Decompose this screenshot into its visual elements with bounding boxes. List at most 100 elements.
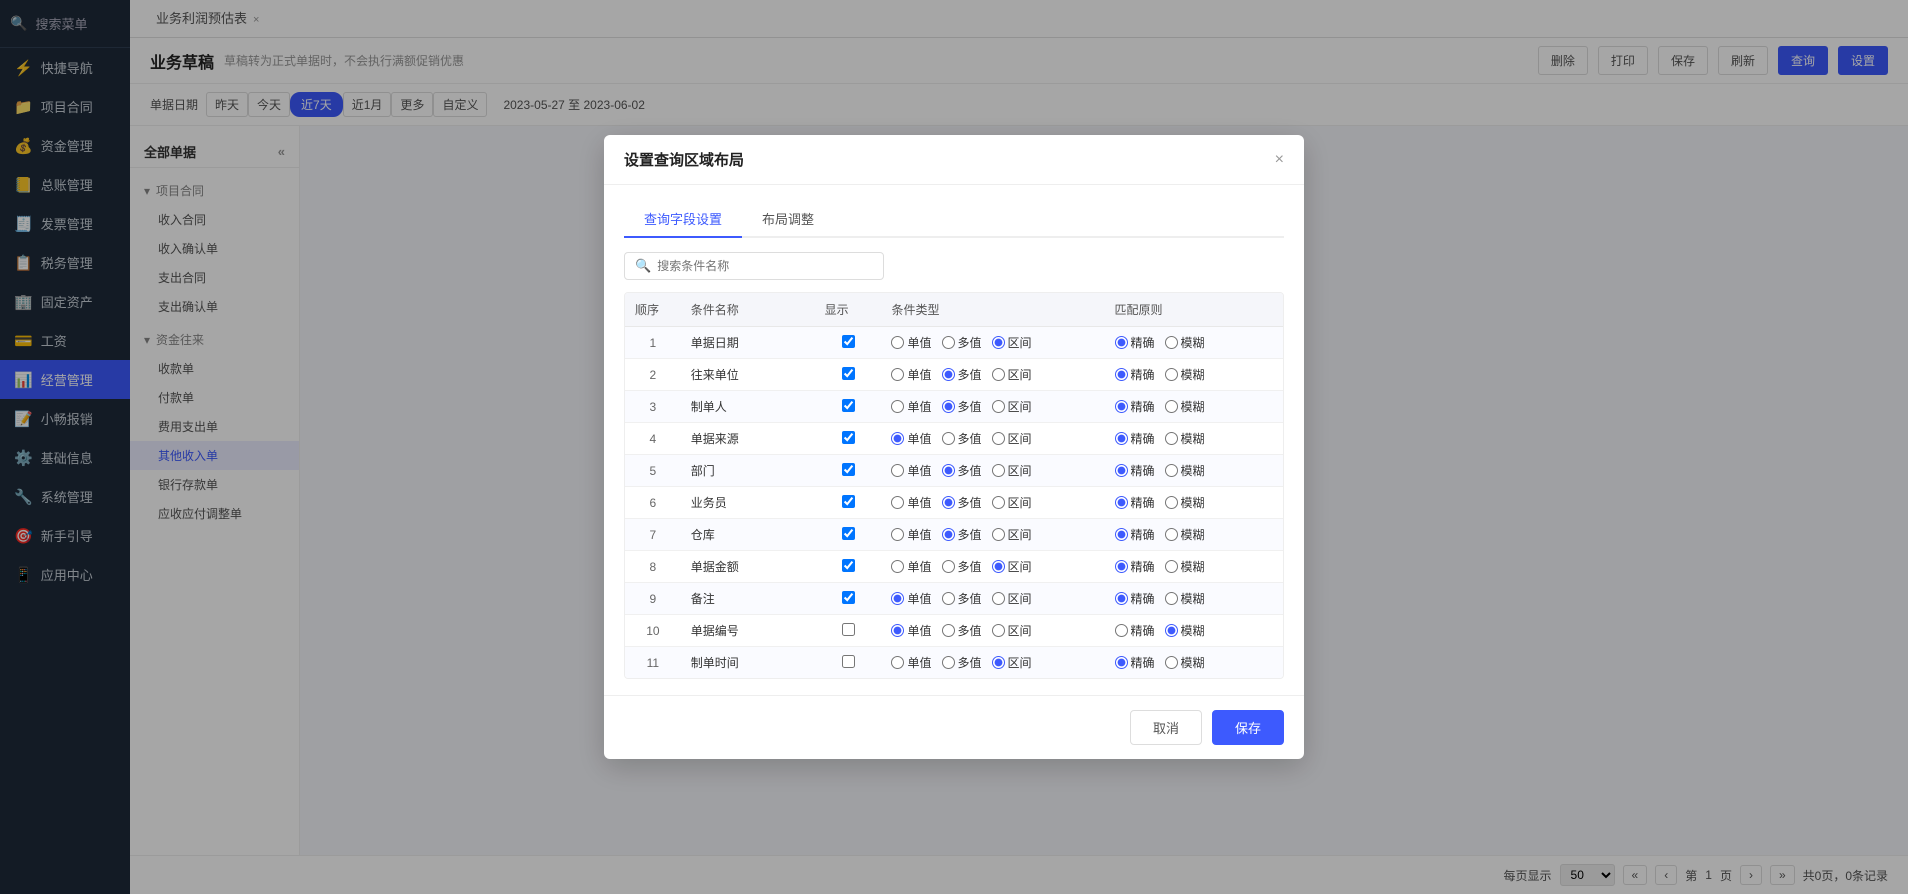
cell-match[interactable]: 精确模糊: [1105, 583, 1283, 615]
cell-type[interactable]: 单值多值区间: [881, 359, 1104, 391]
cell-show[interactable]: [815, 615, 882, 647]
modal-tab-field[interactable]: 查询字段设置: [624, 201, 742, 238]
modal-search-input[interactable]: [657, 259, 873, 273]
cell-match[interactable]: 精确模糊: [1105, 391, 1283, 423]
match-radio-精确-6[interactable]: 精确: [1115, 494, 1155, 511]
match-radio-精确-10[interactable]: 精确: [1115, 622, 1155, 639]
type-radio-多值-7[interactable]: 多值: [942, 526, 982, 543]
type-radio-单值-5[interactable]: 单值: [891, 462, 931, 479]
cell-match[interactable]: 精确模糊: [1105, 551, 1283, 583]
match-radio-模糊-5[interactable]: 模糊: [1165, 462, 1205, 479]
type-radio-区间-5[interactable]: 区间: [992, 462, 1032, 479]
cell-show[interactable]: [815, 487, 882, 519]
show-checkbox-6[interactable]: [842, 495, 855, 508]
match-radio-模糊-6[interactable]: 模糊: [1165, 494, 1205, 511]
show-checkbox-9[interactable]: [842, 591, 855, 604]
type-radio-单值-3[interactable]: 单值: [891, 398, 931, 415]
type-radio-多值-11[interactable]: 多值: [942, 654, 982, 671]
cell-show[interactable]: [815, 359, 882, 391]
type-radio-多值-10[interactable]: 多值: [942, 622, 982, 639]
type-radio-区间-2[interactable]: 区间: [992, 366, 1032, 383]
cell-show[interactable]: [815, 583, 882, 615]
type-radio-区间-4[interactable]: 区间: [992, 430, 1032, 447]
match-radio-精确-2[interactable]: 精确: [1115, 366, 1155, 383]
type-radio-区间-10[interactable]: 区间: [992, 622, 1032, 639]
cell-match[interactable]: 精确模糊: [1105, 423, 1283, 455]
cell-show[interactable]: [815, 391, 882, 423]
cell-show[interactable]: [815, 327, 882, 359]
modal-tab-layout[interactable]: 布局调整: [742, 201, 834, 238]
cell-match[interactable]: 精确模糊: [1105, 615, 1283, 647]
modal-close-button[interactable]: ×: [1275, 151, 1284, 169]
match-radio-模糊-9[interactable]: 模糊: [1165, 590, 1205, 607]
match-radio-模糊-7[interactable]: 模糊: [1165, 526, 1205, 543]
modal-save-button[interactable]: 保存: [1212, 710, 1284, 745]
type-radio-区间-1[interactable]: 区间: [992, 334, 1032, 351]
type-radio-区间-3[interactable]: 区间: [992, 398, 1032, 415]
cell-type[interactable]: 单值多值区间: [881, 583, 1104, 615]
cell-type[interactable]: 单值多值区间: [881, 615, 1104, 647]
type-radio-区间-9[interactable]: 区间: [992, 590, 1032, 607]
show-checkbox-4[interactable]: [842, 431, 855, 444]
cell-type[interactable]: 单值多值区间: [881, 487, 1104, 519]
match-radio-精确-5[interactable]: 精确: [1115, 462, 1155, 479]
show-checkbox-1[interactable]: [842, 335, 855, 348]
type-radio-多值-2[interactable]: 多值: [942, 366, 982, 383]
match-radio-精确-11[interactable]: 精确: [1115, 654, 1155, 671]
type-radio-多值-5[interactable]: 多值: [942, 462, 982, 479]
cell-type[interactable]: 单值多值区间: [881, 519, 1104, 551]
match-radio-模糊-8[interactable]: 模糊: [1165, 558, 1205, 575]
type-radio-单值-11[interactable]: 单值: [891, 654, 931, 671]
cell-match[interactable]: 精确模糊: [1105, 455, 1283, 487]
cell-type[interactable]: 单值多值区间: [881, 551, 1104, 583]
match-radio-精确-1[interactable]: 精确: [1115, 334, 1155, 351]
cell-type[interactable]: 单值多值区间: [881, 455, 1104, 487]
type-radio-区间-6[interactable]: 区间: [992, 494, 1032, 511]
type-radio-单值-7[interactable]: 单值: [891, 526, 931, 543]
cell-show[interactable]: [815, 551, 882, 583]
type-radio-单值-10[interactable]: 单值: [891, 622, 931, 639]
match-radio-模糊-2[interactable]: 模糊: [1165, 366, 1205, 383]
cell-show[interactable]: [815, 423, 882, 455]
cell-type[interactable]: 单值多值区间: [881, 647, 1104, 679]
cell-show[interactable]: [815, 647, 882, 679]
type-radio-单值-8[interactable]: 单值: [891, 558, 931, 575]
cell-type[interactable]: 单值多值区间: [881, 327, 1104, 359]
cell-match[interactable]: 精确模糊: [1105, 327, 1283, 359]
show-checkbox-7[interactable]: [842, 527, 855, 540]
cancel-button[interactable]: 取消: [1130, 710, 1202, 745]
match-radio-模糊-4[interactable]: 模糊: [1165, 430, 1205, 447]
match-radio-模糊-11[interactable]: 模糊: [1165, 654, 1205, 671]
show-checkbox-5[interactable]: [842, 463, 855, 476]
cell-match[interactable]: 精确模糊: [1105, 519, 1283, 551]
cell-match[interactable]: 精确模糊: [1105, 359, 1283, 391]
modal-search-bar[interactable]: 🔍: [624, 252, 884, 280]
cell-type[interactable]: 单值多值区间: [881, 391, 1104, 423]
show-checkbox-11[interactable]: [842, 655, 855, 668]
match-radio-精确-8[interactable]: 精确: [1115, 558, 1155, 575]
cell-show[interactable]: [815, 455, 882, 487]
show-checkbox-8[interactable]: [842, 559, 855, 572]
cell-show[interactable]: [815, 519, 882, 551]
type-radio-区间-7[interactable]: 区间: [992, 526, 1032, 543]
match-radio-精确-4[interactable]: 精确: [1115, 430, 1155, 447]
type-radio-单值-6[interactable]: 单值: [891, 494, 931, 511]
type-radio-多值-9[interactable]: 多值: [942, 590, 982, 607]
type-radio-单值-4[interactable]: 单值: [891, 430, 931, 447]
type-radio-多值-1[interactable]: 多值: [942, 334, 982, 351]
type-radio-单值-9[interactable]: 单值: [891, 590, 931, 607]
cell-match[interactable]: 精确模糊: [1105, 487, 1283, 519]
match-radio-模糊-10[interactable]: 模糊: [1165, 622, 1205, 639]
show-checkbox-2[interactable]: [842, 367, 855, 380]
show-checkbox-3[interactable]: [842, 399, 855, 412]
match-radio-精确-9[interactable]: 精确: [1115, 590, 1155, 607]
cell-match[interactable]: 精确模糊: [1105, 647, 1283, 679]
type-radio-多值-3[interactable]: 多值: [942, 398, 982, 415]
match-radio-精确-7[interactable]: 精确: [1115, 526, 1155, 543]
match-radio-精确-3[interactable]: 精确: [1115, 398, 1155, 415]
match-radio-模糊-1[interactable]: 模糊: [1165, 334, 1205, 351]
cell-type[interactable]: 单值多值区间: [881, 423, 1104, 455]
type-radio-单值-1[interactable]: 单值: [891, 334, 931, 351]
type-radio-多值-8[interactable]: 多值: [942, 558, 982, 575]
type-radio-多值-4[interactable]: 多值: [942, 430, 982, 447]
